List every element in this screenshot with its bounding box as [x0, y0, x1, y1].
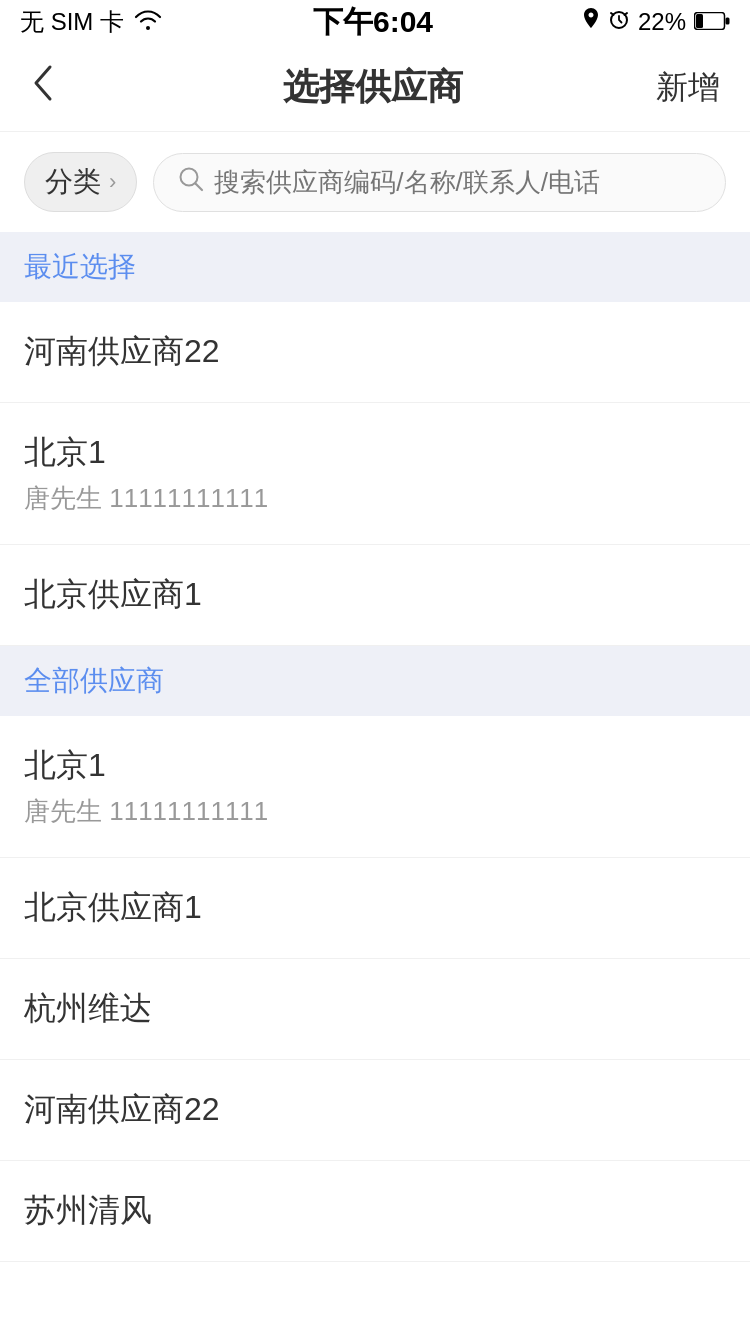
location-icon	[582, 8, 600, 36]
item-sub: 唐先生 11111111111	[24, 794, 726, 829]
list-item[interactable]: 北京1 唐先生 11111111111	[0, 716, 750, 858]
recent-section-label: 最近选择	[24, 251, 136, 282]
page-title: 选择供应商	[283, 63, 463, 112]
nav-bar: 选择供应商 新增	[0, 44, 750, 132]
list-item[interactable]: 河南供应商22	[0, 302, 750, 403]
battery-icon	[694, 8, 730, 36]
status-time: 下午6:04	[313, 2, 433, 43]
item-name: 北京1	[24, 744, 726, 788]
list-item[interactable]: 北京供应商1	[0, 858, 750, 959]
list-item[interactable]: 苏州清风	[0, 1161, 750, 1262]
list-item[interactable]: 杭州维达	[0, 959, 750, 1060]
sim-label: 无 SIM 卡	[20, 6, 124, 38]
category-button[interactable]: 分类 ›	[24, 152, 137, 212]
wifi-icon	[132, 8, 164, 36]
item-name: 苏州清风	[24, 1189, 726, 1233]
recent-section-header: 最近选择	[0, 232, 750, 302]
svg-rect-3	[696, 14, 703, 28]
back-button[interactable]	[30, 63, 90, 112]
item-name: 河南供应商22	[24, 330, 726, 374]
svg-rect-2	[725, 18, 729, 25]
alarm-icon	[608, 8, 630, 36]
list-item[interactable]: 河南供应商22	[0, 1060, 750, 1161]
add-button[interactable]: 新增	[656, 66, 720, 110]
recent-items-list: 河南供应商22 北京1 唐先生 11111111111 北京供应商1	[0, 302, 750, 646]
search-icon	[178, 166, 204, 199]
item-sub: 唐先生 11111111111	[24, 481, 726, 516]
status-right: 22%	[582, 8, 730, 36]
item-name: 杭州维达	[24, 987, 726, 1031]
all-section-header: 全部供应商	[0, 646, 750, 716]
item-name: 北京供应商1	[24, 886, 726, 930]
chevron-right-icon: ›	[109, 169, 116, 195]
search-box	[153, 153, 726, 212]
all-section-label: 全部供应商	[24, 665, 164, 696]
search-input[interactable]	[214, 167, 701, 198]
status-bar: 无 SIM 卡 下午6:04 22%	[0, 0, 750, 44]
list-item[interactable]: 北京供应商1	[0, 545, 750, 646]
item-name: 河南供应商22	[24, 1088, 726, 1132]
battery-percent: 22%	[638, 8, 686, 36]
list-item[interactable]: 北京1 唐先生 11111111111	[0, 403, 750, 545]
all-items-list: 北京1 唐先生 11111111111 北京供应商1 杭州维达河南供应商22 苏州清风	[0, 716, 750, 1262]
category-label: 分类	[45, 163, 101, 201]
item-name: 北京1	[24, 431, 726, 475]
item-name: 北京供应商1	[24, 573, 726, 617]
filter-bar: 分类 ›	[0, 132, 750, 232]
status-left: 无 SIM 卡	[20, 6, 164, 38]
